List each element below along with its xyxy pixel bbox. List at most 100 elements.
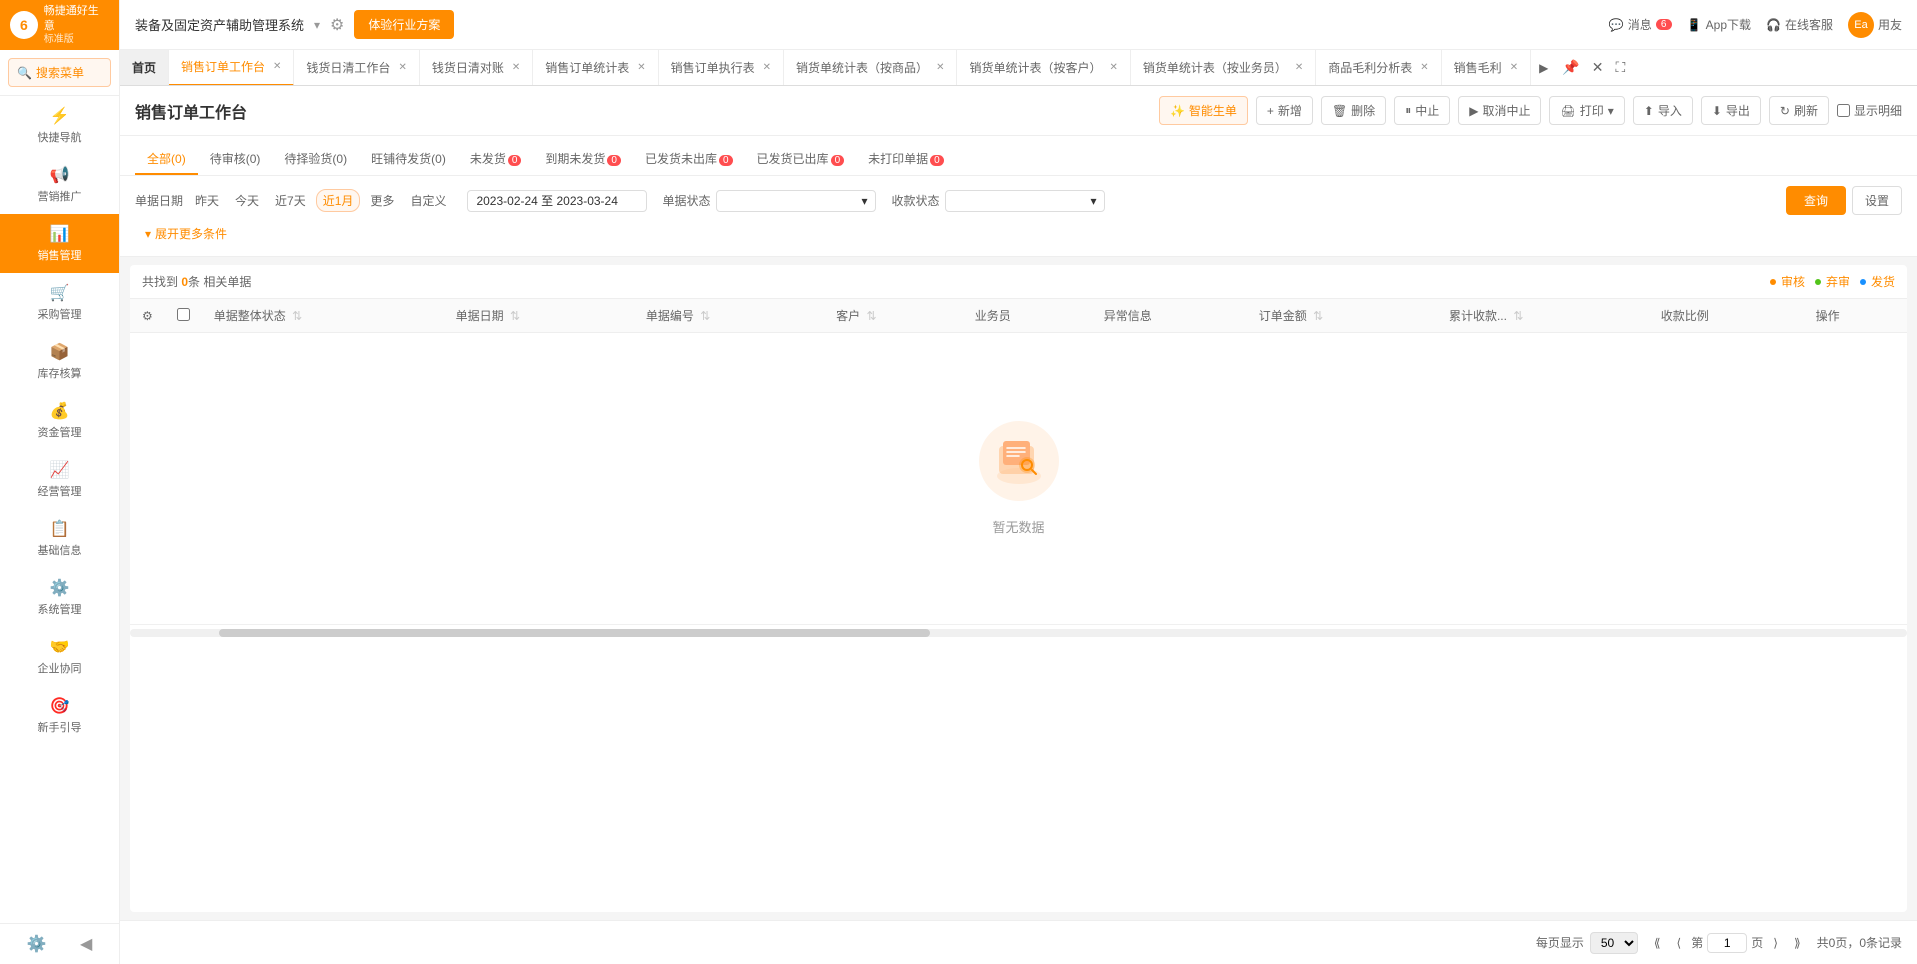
ship-action[interactable]: 发货 (1860, 273, 1895, 290)
sort-date-icon[interactable]: ⇅ (510, 309, 520, 323)
review-action[interactable]: 审核 (1770, 273, 1805, 290)
filter-tab-pending-check[interactable]: 待择验货(0) (272, 144, 359, 175)
filter-tab-all[interactable]: 全部(0) (135, 144, 198, 175)
tabbar-close-all-button[interactable]: ✕ (1586, 59, 1610, 76)
import-button[interactable]: ⬆ 导入 (1633, 96, 1693, 125)
page-first-button[interactable]: ⟪ (1648, 934, 1667, 952)
date-1month[interactable]: 近1月 (316, 189, 361, 212)
sidebar-item-system[interactable]: ⚙️ 系统管理 (0, 568, 119, 627)
filter-tab-wangpu[interactable]: 旺铺待发货(0) (359, 144, 458, 175)
sort-number-icon[interactable]: ⇅ (700, 309, 710, 323)
sidebar-item-operations[interactable]: 📈 经营管理 (0, 450, 119, 509)
filter-tab-not-shipped[interactable]: 未发货0 (458, 144, 534, 175)
sidebar-item-guide[interactable]: 🎯 新手引导 (0, 686, 119, 745)
cancel-stop-button[interactable]: ▶ 取消中止 (1458, 96, 1541, 125)
filter-tab-shipped-out[interactable]: 已发货已出库0 (745, 144, 857, 175)
detail-checkbox[interactable] (1837, 104, 1850, 117)
sidebar-item-finance[interactable]: 💰 资金管理 (0, 391, 119, 450)
user-menu-button[interactable]: Ea 用友 (1848, 12, 1902, 38)
set-button[interactable]: 设置 (1852, 186, 1902, 215)
filter-tab-not-printed[interactable]: 未打印单据0 (856, 144, 956, 175)
sidebar-item-base-info[interactable]: 📋 基础信息 (0, 509, 119, 568)
tab-cash-daily[interactable]: 钱货日清工作台 ✕ (294, 50, 419, 86)
scrollbar-thumb[interactable] (219, 629, 930, 637)
tab-close-sales-product[interactable]: ✕ (936, 62, 944, 73)
page-number-input[interactable] (1707, 933, 1747, 953)
horizontal-scrollbar[interactable] (130, 629, 1907, 637)
tab-close-sales-workbench[interactable]: ✕ (273, 61, 281, 72)
page-size-select[interactable]: 50 (1590, 932, 1638, 954)
industry-solution-button[interactable]: 体验行业方案 (354, 10, 454, 39)
page-prev-button[interactable]: ⟨ (1671, 934, 1688, 952)
tab-sales-more[interactable]: 销售毛利 ✕ (1442, 50, 1531, 86)
page-next-button[interactable]: ⟩ (1767, 934, 1784, 952)
date-yesterday[interactable]: 昨天 (189, 190, 225, 211)
date-7days[interactable]: 近7天 (269, 190, 312, 211)
sidebar-item-enterprise[interactable]: 🤝 企业协同 (0, 627, 119, 686)
tab-close-sales-staff[interactable]: ✕ (1295, 62, 1303, 73)
footer-settings-button[interactable]: ⚙️ (27, 934, 47, 954)
stop-button[interactable]: ⏸ 中止 (1394, 96, 1450, 125)
export-button[interactable]: ⬇ 导出 (1701, 96, 1761, 125)
tab-sales-stat[interactable]: 销售订单统计表 ✕ (533, 50, 658, 86)
topbar-settings-button[interactable]: ⚙ (330, 15, 344, 35)
date-range-input[interactable] (467, 190, 647, 212)
payment-select[interactable]: ▾ (945, 190, 1105, 212)
app-download-button[interactable]: 📱 App下载 (1687, 16, 1751, 33)
search-menu-button[interactable]: 🔍 搜索菜单 (8, 58, 111, 87)
tab-cash-reconcile[interactable]: 钱货日清对账 ✕ (420, 50, 533, 86)
col-checkbox[interactable] (165, 299, 202, 333)
query-button[interactable]: 查询 (1786, 186, 1846, 215)
tab-close-sales-exec[interactable]: ✕ (763, 62, 771, 73)
tabbar-more-button[interactable]: ▶ (1531, 61, 1556, 75)
tab-close-gross-profit[interactable]: ✕ (1420, 62, 1428, 73)
add-button[interactable]: + 新增 (1256, 96, 1313, 125)
footer-collapse-button[interactable]: ◀ (80, 934, 92, 954)
tabbar-maximize-button[interactable]: ⛶ (1609, 59, 1631, 76)
tab-close-cash-reconcile[interactable]: ✕ (512, 62, 520, 73)
filter-tab-pending-review[interactable]: 待审核(0) (198, 144, 273, 175)
filter-tab-expired-not-shipped[interactable]: 到期未发货0 (533, 144, 633, 175)
col-ratio: 收款比例 (1649, 299, 1804, 333)
sidebar-item-quick-nav[interactable]: ⚡ 快捷导航 (0, 96, 119, 155)
print-button[interactable]: 🖨 打印 ▾ (1549, 96, 1624, 125)
detail-checkbox-label[interactable]: 显示明细 (1837, 102, 1902, 119)
tabbar-pin-button[interactable]: 📌 (1556, 59, 1585, 76)
tab-close-sales-customer[interactable]: ✕ (1109, 62, 1117, 73)
delete-button[interactable]: 🗑 删除 (1321, 96, 1386, 125)
sidebar-item-purchase[interactable]: 🛒 采购管理 (0, 273, 119, 332)
sort-amount-icon[interactable]: ⇅ (1313, 309, 1323, 323)
col-settings[interactable]: ⚙ (130, 299, 165, 333)
filter-tab-shipped-not-out[interactable]: 已发货未出库0 (633, 144, 745, 175)
refresh-button[interactable]: ↻ 刷新 (1769, 96, 1829, 125)
message-button[interactable]: 💬 消息 6 (1609, 16, 1672, 33)
sort-collected-icon[interactable]: ⇅ (1513, 309, 1523, 323)
sidebar-item-sales[interactable]: 📊 销售管理 (0, 214, 119, 273)
date-today[interactable]: 今天 (229, 190, 265, 211)
unreview-action[interactable]: 弃审 (1815, 273, 1850, 290)
tab-sales-workbench[interactable]: 销售订单工作台 ✕ (169, 50, 294, 86)
sidebar-item-inventory[interactable]: 📦 库存核算 (0, 332, 119, 391)
tab-home[interactable]: 首页 (120, 50, 169, 86)
status-select[interactable]: ▾ (716, 190, 876, 212)
page-last-button[interactable]: ⟫ (1788, 934, 1807, 952)
online-service-button[interactable]: 🎧 在线客服 (1766, 16, 1833, 33)
sort-customer-icon[interactable]: ⇅ (866, 309, 876, 323)
tab-close-cash-daily[interactable]: ✕ (398, 62, 406, 73)
tab-sales-staff[interactable]: 销货单统计表（按业务员） ✕ (1131, 50, 1316, 86)
tab-sales-product[interactable]: 销货单统计表（按商品） ✕ (784, 50, 957, 86)
tab-gross-profit[interactable]: 商品毛利分析表 ✕ (1316, 50, 1441, 86)
system-dropdown-icon[interactable]: ▾ (314, 18, 320, 32)
col-customer: 客户 ⇅ (824, 299, 963, 333)
sidebar-item-marketing[interactable]: 📢 营销推广 (0, 155, 119, 214)
date-custom[interactable]: 自定义 (404, 190, 452, 211)
ai-generate-button[interactable]: ✨ 智能生单 (1159, 96, 1248, 125)
tab-close-sales-stat[interactable]: ✕ (637, 62, 645, 73)
date-more[interactable]: 更多 (364, 190, 400, 211)
expand-more-button[interactable]: ▾ 展开更多条件 (135, 221, 237, 246)
sort-status-icon[interactable]: ⇅ (292, 309, 302, 323)
tab-close-sales-more[interactable]: ✕ (1510, 62, 1518, 73)
tab-sales-customer[interactable]: 销货单统计表（按客户） ✕ (957, 50, 1130, 86)
select-all-checkbox[interactable] (177, 308, 190, 321)
tab-sales-exec[interactable]: 销售订单执行表 ✕ (659, 50, 784, 86)
